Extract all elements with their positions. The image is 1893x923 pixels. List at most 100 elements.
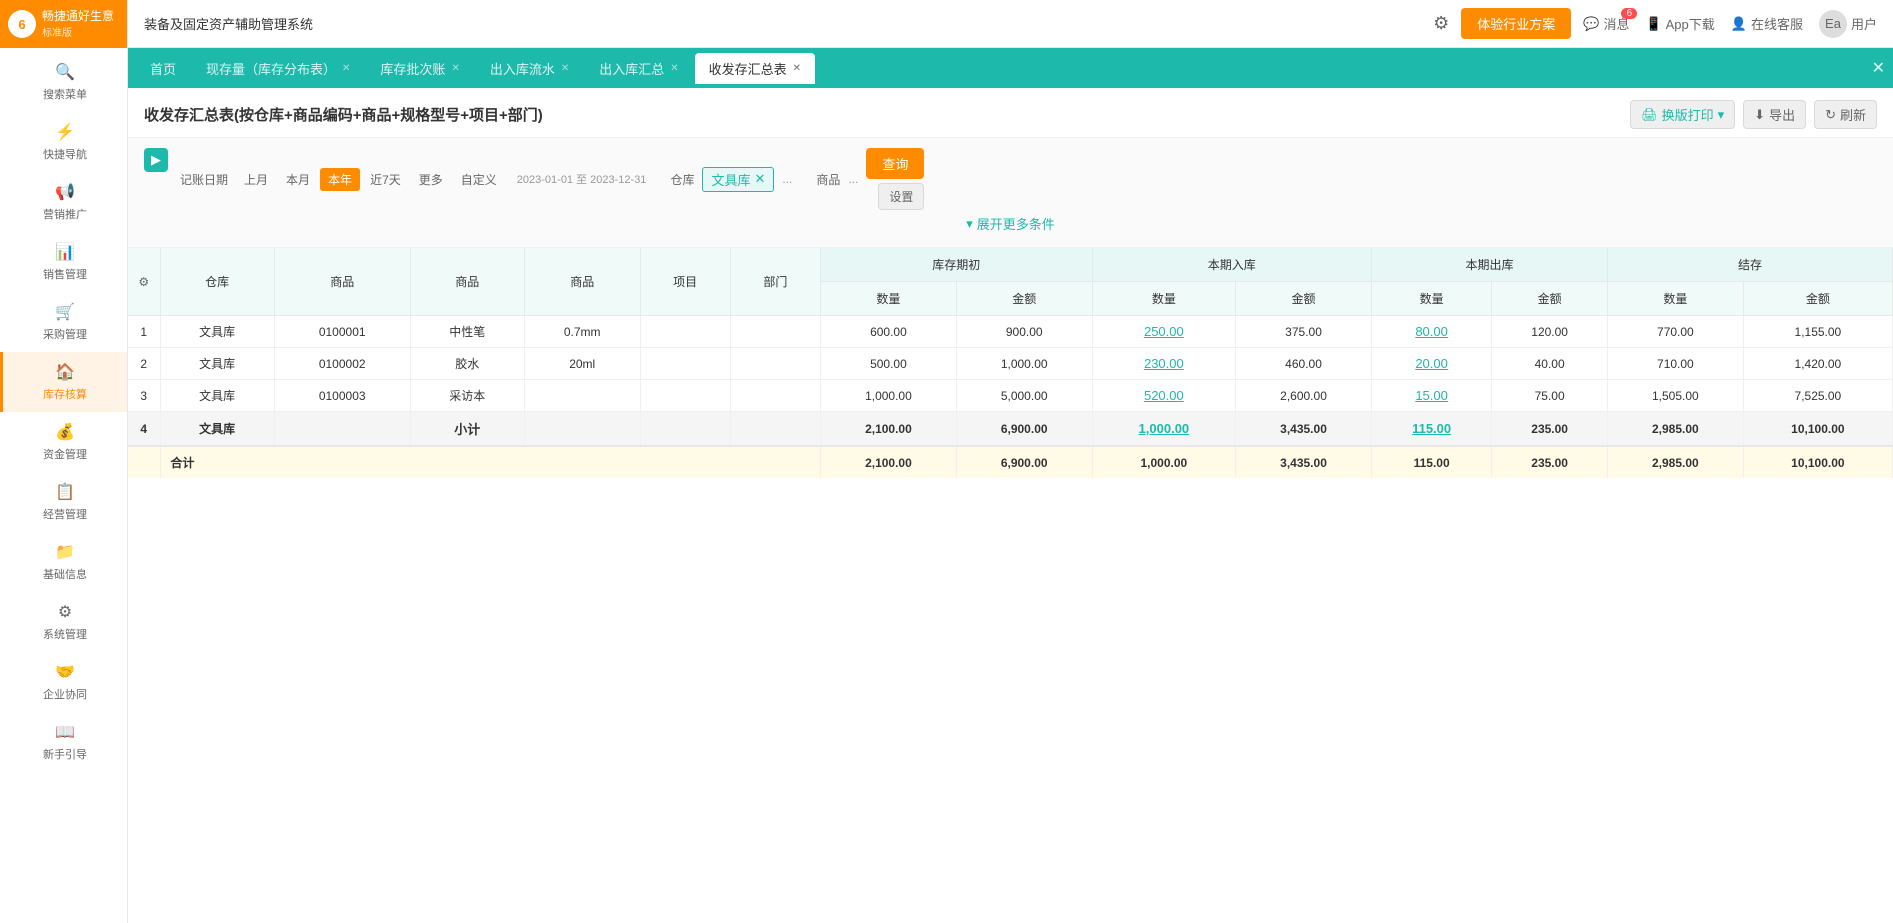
cell-project [640,412,730,447]
user-item[interactable]: Ea 用户 [1819,10,1877,38]
in-qty-link[interactable]: 1,000.00 [1139,421,1190,436]
topbar: 装备及固定资产辅助管理系统 ⚙ 体验行业方案 💬 消息 6 📱 App下载 👤 … [128,0,1893,48]
date-btn-prev-month[interactable]: 上月 [236,168,276,191]
in-qty-link[interactable]: 520.00 [1144,388,1184,403]
sidebar-item-label-sales: 销售管理 [43,266,87,282]
col-spec-header: 商品 [524,248,640,316]
tab-inout-flow[interactable]: 出入库流水 ✕ [476,53,583,84]
expand-more-conditions-btn[interactable]: ▾ 展开更多条件 [144,210,1877,237]
out-qty-link[interactable]: 20.00 [1415,356,1448,371]
message-icon-item[interactable]: 💬 消息 6 [1583,14,1629,33]
cell-dept [730,380,820,412]
experience-btn[interactable]: 体验行业方案 [1461,8,1571,39]
system-title: 装备及固定资产辅助管理系统 [144,14,1421,33]
filter-expand-btn[interactable]: ▶ [144,148,168,172]
tab-batch[interactable]: 库存批次账 ✕ [366,53,473,84]
user-label: 用户 [1851,14,1877,33]
sidebar-item-label-operation: 经营管理 [43,506,87,522]
tab-inout-flow-close[interactable]: ✕ [561,63,569,74]
sidebar-item-marketing[interactable]: 📢 营销推广 [0,172,127,232]
out-qty-link[interactable]: 115.00 [1412,421,1451,436]
tab-inout-summary-close[interactable]: ✕ [670,63,678,74]
cell-in-qty: 250.00 [1092,316,1236,348]
app-download-label: App下载 [1666,14,1715,33]
cell-code: 0100001 [274,316,410,348]
content-area: 收发存汇总表(按仓库+商品编码+商品+规格型号+项目+部门) 🖨 换版打印 ▾ … [128,88,1893,923]
sidebar-item-inventory[interactable]: 🏠 库存核算 [0,352,127,412]
table-footer-row: 合计 2,100.00 6,900.00 1,000.00 3,435.00 1… [128,446,1893,478]
export-btn[interactable]: ⬇ 导出 [1743,100,1806,129]
table-row: 3 文具库 0100003 采访本 1,000.00 5,000.00 520.… [128,380,1893,412]
warehouse-more-btn[interactable]: ... [782,172,792,186]
date-btn-7days[interactable]: 近7天 [362,168,409,191]
basic-icon: 📁 [55,542,75,562]
purchase-icon: 🛒 [55,302,75,322]
col-open-qty-header: 数量 [821,282,957,316]
settings-icon[interactable]: ⚙ [1433,13,1449,34]
cell-spec [524,412,640,447]
tab-home[interactable]: 首页 [136,53,190,84]
sidebar-item-collab[interactable]: 🤝 企业协同 [0,652,127,712]
col-settings-header[interactable]: ⚙ [128,248,160,316]
refresh-label: 刷新 [1840,105,1866,124]
cell-spec [524,380,640,412]
col-opening-header: 库存期初 [821,248,1093,282]
online-service-item[interactable]: 👤 在线客服 [1731,14,1803,33]
app-download-item[interactable]: 📱 App下载 [1645,14,1714,33]
cell-out-qty: 80.00 [1371,316,1491,348]
cell-code: 0100002 [274,348,410,380]
settings-filter-btn[interactable]: 设置 [878,183,924,210]
in-qty-link[interactable]: 230.00 [1144,356,1184,371]
tab-recv-send-close[interactable]: ✕ [793,63,801,74]
sidebar-item-guide[interactable]: 📖 新手引导 [0,712,127,772]
date-btn-more[interactable]: 更多 [411,168,451,191]
date-btn-custom[interactable]: 自定义 [453,168,505,191]
sidebar-item-basic[interactable]: 📁 基础信息 [0,532,127,592]
tab-recv-send-label: 收发存汇总表 [709,59,787,78]
tab-recv-send[interactable]: 收发存汇总表 ✕ [695,53,815,84]
cell-code: 0100003 [274,380,410,412]
cell-open-amt: 900.00 [956,316,1092,348]
finance-icon: 💰 [55,422,75,442]
tab-inout-summary[interactable]: 出入库汇总 ✕ [585,53,692,84]
goods-label: 商品 [816,171,840,188]
out-qty-link[interactable]: 80.00 [1415,324,1448,339]
table-row: 4 文具库 小计 2,100.00 6,900.00 1,000.00 3,43… [128,412,1893,447]
cell-dept [730,348,820,380]
tab-inout-flow-label: 出入库流水 [490,59,555,78]
sidebar-item-purchase[interactable]: 🛒 采购管理 [0,292,127,352]
query-btn[interactable]: 查询 [866,148,924,179]
tab-batch-close[interactable]: ✕ [451,63,459,74]
page-header: 收发存汇总表(按仓库+商品编码+商品+规格型号+项目+部门) 🖨 换版打印 ▾ … [128,88,1893,138]
warehouse-tag-close[interactable]: ✕ [754,171,765,187]
sidebar-item-search[interactable]: 🔍 搜索菜单 [0,52,127,112]
sidebar-item-system[interactable]: ⚙ 系统管理 [0,592,127,652]
tab-inventory-dist-close[interactable]: ✕ [342,63,350,74]
sidebar-item-finance[interactable]: 💰 资金管理 [0,412,127,472]
cell-out-qty: 20.00 [1371,348,1491,380]
collab-icon: 🤝 [55,662,75,682]
cell-bal-qty: 2,985.00 [1607,412,1743,447]
main-area: 装备及固定资产辅助管理系统 ⚙ 体验行业方案 💬 消息 6 📱 App下载 👤 … [128,0,1893,923]
tab-inventory-dist[interactable]: 现存量（库存分布表） ✕ [192,53,364,84]
avatar: Ea [1819,10,1847,38]
date-btn-this-year[interactable]: 本年 [320,168,360,191]
warehouse-tag-text: 文具库 [711,170,750,189]
cell-name: 胶水 [410,348,524,380]
sidebar-item-operation[interactable]: 📋 经营管理 [0,472,127,532]
goods-more-btn[interactable]: ... [848,172,858,186]
close-all-tabs-icon[interactable]: ✕ [1872,58,1885,78]
refresh-btn[interactable]: ↻ 刷新 [1814,100,1877,129]
cell-warehouse: 文具库 [160,348,274,380]
sidebar-item-label-system: 系统管理 [43,626,87,642]
print-btn[interactable]: 🖨 换版打印 ▾ [1630,100,1735,129]
sidebar-item-quick-nav[interactable]: ⚡ 快捷导航 [0,112,127,172]
out-qty-link[interactable]: 15.00 [1415,388,1448,403]
col-in-amt-header: 金额 [1236,282,1372,316]
topbar-right: 💬 消息 6 📱 App下载 👤 在线客服 Ea 用户 [1583,10,1877,38]
in-qty-link[interactable]: 250.00 [1144,324,1184,339]
sidebar-item-sales[interactable]: 📊 销售管理 [0,232,127,292]
app-title: 畅捷通好生意 [42,9,114,25]
cell-in-amt: 460.00 [1236,348,1372,380]
date-btn-this-month[interactable]: 本月 [278,168,318,191]
